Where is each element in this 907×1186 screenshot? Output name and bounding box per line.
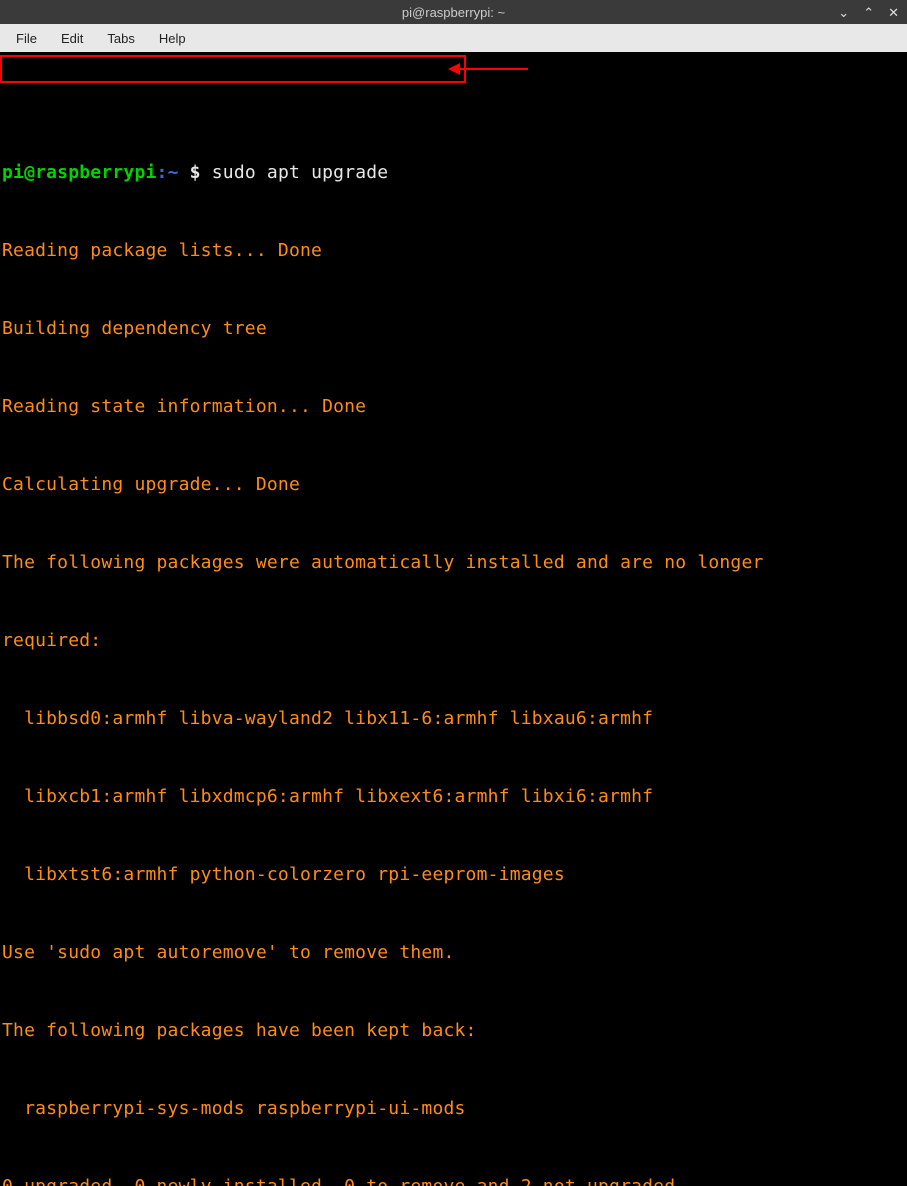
prompt-colon: : <box>157 162 168 183</box>
annotation-arrow <box>448 66 528 72</box>
maximize-icon[interactable]: ⌃ <box>863 6 874 19</box>
menu-help[interactable]: Help <box>149 27 196 50</box>
output-line: required: <box>2 628 905 654</box>
output-line: The following packages were automaticall… <box>2 550 905 576</box>
output-line: raspberrypi-sys-mods raspberrypi-ui-mods <box>2 1096 905 1122</box>
prompt-userhost: pi@raspberrypi <box>2 162 157 183</box>
menu-edit[interactable]: Edit <box>51 27 93 50</box>
prompt-line-1: pi@raspberrypi:~ $ sudo apt upgrade <box>2 160 905 186</box>
window-controls: ⌄ ⌃ ✕ <box>838 6 899 19</box>
prompt-dollar: $ <box>179 162 212 183</box>
output-line: libbsd0:armhf libva-wayland2 libx11-6:ar… <box>2 706 905 732</box>
minimize-icon[interactable]: ⌄ <box>838 6 849 19</box>
menu-file[interactable]: File <box>6 27 47 50</box>
output-line: Reading state information... Done <box>2 394 905 420</box>
annotation-box <box>0 55 466 83</box>
output-line: libxtst6:armhf python-colorzero rpi-eepr… <box>2 862 905 888</box>
output-line: Building dependency tree <box>2 316 905 342</box>
output-line: Calculating upgrade... Done <box>2 472 905 498</box>
close-icon[interactable]: ✕ <box>888 6 899 19</box>
command-text: sudo apt upgrade <box>212 162 389 183</box>
output-line: libxcb1:armhf libxdmcp6:armhf libxext6:a… <box>2 784 905 810</box>
menubar: File Edit Tabs Help <box>0 24 907 52</box>
prompt-path: ~ <box>168 162 179 183</box>
output-line: Use 'sudo apt autoremove' to remove them… <box>2 940 905 966</box>
terminal-area[interactable]: pi@raspberrypi:~ $ sudo apt upgrade Read… <box>0 52 907 593</box>
output-line: The following packages have been kept ba… <box>2 1018 905 1044</box>
output-line: 0 upgraded, 0 newly installed, 0 to remo… <box>2 1174 905 1186</box>
menu-tabs[interactable]: Tabs <box>97 27 144 50</box>
output-line: Reading package lists... Done <box>2 238 905 264</box>
titlebar: pi@raspberrypi: ~ ⌄ ⌃ ✕ <box>0 0 907 24</box>
window-title: pi@raspberrypi: ~ <box>402 5 505 20</box>
